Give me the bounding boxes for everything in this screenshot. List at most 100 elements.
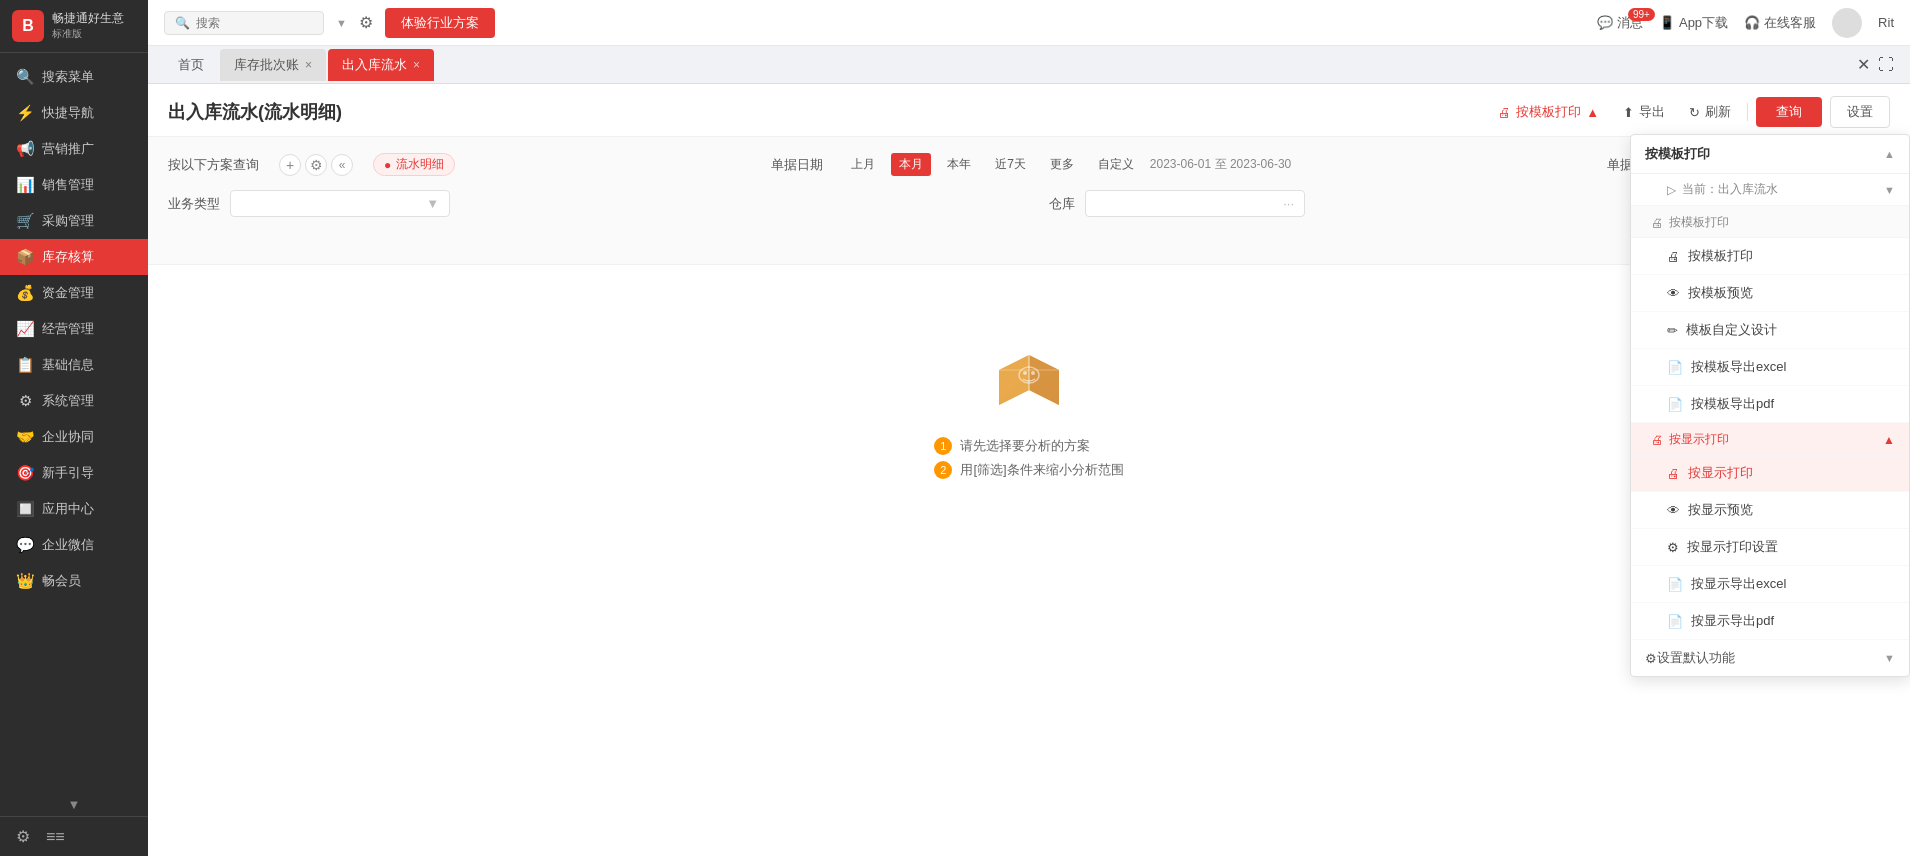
display-preview-icon: 👁	[1667, 503, 1680, 518]
page-content: 出入库流水(流水明细) 🖨 按模板打印 ▲ ⬆ 导出 ↻ 刷新 查询 设置	[148, 84, 1910, 856]
app-download-btn[interactable]: 📱 App下载	[1659, 14, 1728, 32]
warehouse-input[interactable]: ···	[1085, 190, 1305, 217]
filter-gear-btn[interactable]: ⚙	[305, 154, 327, 176]
dropdown-footer[interactable]: ⚙ 设置默认功能 ▼	[1631, 640, 1909, 676]
date-tab-7days[interactable]: 近7天	[987, 153, 1034, 176]
tab-batch-account-close[interactable]: ×	[305, 58, 312, 72]
search-input[interactable]	[196, 16, 306, 30]
tab-inout-flow-close[interactable]: ×	[413, 58, 420, 72]
sidebar-item-cooperation[interactable]: 🤝 企业协同	[0, 419, 148, 455]
sidebar-item-purchase[interactable]: 🛒 采购管理	[0, 203, 148, 239]
tab-inout-flow[interactable]: 出入库流水 ×	[328, 49, 434, 81]
date-tab-thisyear[interactable]: 本年	[939, 153, 979, 176]
sidebar-item-inventory[interactable]: 📦 库存核算	[0, 239, 148, 275]
template-customize-icon: ✏	[1667, 323, 1678, 338]
dropdown-footer-settings-icon: ⚙	[1645, 651, 1657, 666]
warehouse-more-icon[interactable]: ···	[1283, 196, 1294, 211]
current-icon: ▷	[1667, 183, 1676, 197]
dropdown-close-chevron[interactable]: ▲	[1884, 148, 1895, 160]
display-settings-icon: ⚙	[1667, 540, 1679, 555]
tab-home-label: 首页	[178, 56, 204, 74]
topbar-gear-icon[interactable]: ⚙	[359, 13, 373, 32]
logo-icon: B	[12, 10, 44, 42]
date-tab-more[interactable]: 更多	[1042, 153, 1082, 176]
date-tab-custom[interactable]: 自定义	[1090, 153, 1142, 176]
sidebar-item-label: 企业协同	[42, 428, 94, 446]
inventory-icon: 📦	[16, 248, 34, 266]
dropdown-item-display-pdf[interactable]: 📄 按显示导出pdf	[1631, 603, 1909, 640]
sidebar-item-system[interactable]: ⚙ 系统管理	[0, 383, 148, 419]
svg-point-7	[1031, 371, 1035, 375]
sidebar-item-member[interactable]: 👑 畅会员	[0, 563, 148, 599]
dropdown-item-template-customize[interactable]: ✏ 模板自定义设计	[1631, 312, 1909, 349]
sidebar-settings-icon[interactable]: ⚙	[16, 827, 30, 846]
online-service-btn[interactable]: 🎧 在线客服	[1744, 14, 1816, 32]
dropdown-item-template-preview[interactable]: 👁 按模板预览	[1631, 275, 1909, 312]
sidebar-item-finance[interactable]: 💰 资金管理	[0, 275, 148, 311]
sidebar-item-quick-nav[interactable]: ⚡ 快捷导航	[0, 95, 148, 131]
tab-batch-account[interactable]: 库存批次账 ×	[220, 49, 326, 81]
template-print-btn[interactable]: 🖨 按模板打印 ▲	[1490, 99, 1607, 125]
page-header: 出入库流水(流水明细) 🖨 按模板打印 ▲ ⬆ 导出 ↻ 刷新 查询 设置	[148, 84, 1910, 137]
biztype-arrow-icon: ▼	[426, 196, 439, 211]
current-arrow-icon: ▼	[1884, 184, 1895, 196]
sidebar-menu-icon[interactable]: ≡≡	[46, 828, 65, 846]
sidebar-item-label: 搜索菜单	[42, 68, 94, 86]
window-close-icon[interactable]: ✕	[1857, 55, 1870, 74]
sidebar-item-search-menu[interactable]: 🔍 搜索菜单	[0, 59, 148, 95]
refresh-btn[interactable]: ↻ 刷新	[1681, 99, 1739, 125]
sidebar-item-label: 库存核算	[42, 248, 94, 266]
sidebar-footer: ⚙ ≡≡	[0, 816, 148, 856]
dropdown-item-template-pdf[interactable]: 📄 按模板导出pdf	[1631, 386, 1909, 423]
dropdown-item-display-preview[interactable]: 👁 按显示预览	[1631, 492, 1909, 529]
sidebar-item-label: 经营管理	[42, 320, 94, 338]
sidebar-item-label: 资金管理	[42, 284, 94, 302]
dropdown-item-template-print[interactable]: 🖨 按模板打印	[1631, 238, 1909, 275]
tab-home[interactable]: 首页	[164, 49, 218, 81]
svg-point-6	[1023, 371, 1027, 375]
headphone-icon: 🎧	[1744, 15, 1760, 30]
search-menu-icon: 🔍	[16, 68, 34, 86]
export-btn[interactable]: ⬆ 导出	[1615, 99, 1673, 125]
query-button[interactable]: 查询	[1756, 97, 1822, 127]
system-icon: ⚙	[16, 392, 34, 410]
dropdown-item-display-excel[interactable]: 📄 按显示导出excel	[1631, 566, 1909, 603]
message-badge[interactable]: 💬 消息 99+	[1597, 14, 1643, 32]
sidebar-scroll-down[interactable]: ▼	[0, 793, 148, 816]
topbar-search-box[interactable]: 🔍	[164, 11, 324, 35]
sidebar-item-label: 销售管理	[42, 176, 94, 194]
page-header-right: 🖨 按模板打印 ▲ ⬆ 导出 ↻ 刷新 查询 设置	[1490, 96, 1890, 128]
sidebar-item-basics[interactable]: 📋 基础信息	[0, 347, 148, 383]
window-maximize-icon[interactable]: ⛶	[1878, 56, 1894, 74]
dropdown-header: 按模板打印 ▲	[1631, 135, 1909, 174]
filter-add-btn[interactable]: +	[279, 154, 301, 176]
sidebar-item-app-center[interactable]: 🔲 应用中心	[0, 491, 148, 527]
quick-nav-icon: ⚡	[16, 104, 34, 122]
biztype-label: 业务类型	[168, 195, 220, 213]
template-print-item-icon: 🖨	[1667, 249, 1680, 264]
date-tab-thismonth[interactable]: 本月	[891, 153, 931, 176]
trial-button[interactable]: 体验行业方案	[385, 8, 495, 38]
settings-button[interactable]: 设置	[1830, 96, 1890, 128]
filter-tag-flow[interactable]: ● 流水明细	[373, 153, 455, 176]
warehouse-label: 仓库	[1049, 195, 1075, 213]
filter-collapse-btn[interactable]: «	[331, 154, 353, 176]
sidebar-item-sales[interactable]: 📊 销售管理	[0, 167, 148, 203]
sidebar-item-label: 畅会员	[42, 572, 81, 590]
display-section-arrow: ▲	[1883, 433, 1895, 447]
operations-icon: 📈	[16, 320, 34, 338]
empty-step-1: 1 请先选择要分析的方案	[934, 437, 1123, 455]
search-icon: 🔍	[175, 16, 190, 30]
biztype-input[interactable]: ▼	[230, 190, 450, 217]
dropdown-item-display-settings[interactable]: ⚙ 按显示打印设置	[1631, 529, 1909, 566]
template-preview-item-icon: 👁	[1667, 286, 1680, 301]
sidebar-item-operations[interactable]: 📈 经营管理	[0, 311, 148, 347]
sidebar-item-marketing[interactable]: 📢 营销推广	[0, 131, 148, 167]
window-controls: ✕ ⛶	[1857, 55, 1894, 74]
sidebar-item-guide[interactable]: 🎯 新手引导	[0, 455, 148, 491]
filter-tag-label: 流水明细	[396, 156, 444, 173]
dropdown-item-template-excel[interactable]: 📄 按模板导出excel	[1631, 349, 1909, 386]
date-tab-lastmonth[interactable]: 上月	[843, 153, 883, 176]
sidebar-item-wechat[interactable]: 💬 企业微信	[0, 527, 148, 563]
dropdown-item-display-print[interactable]: 🖨 按显示打印	[1631, 455, 1909, 492]
